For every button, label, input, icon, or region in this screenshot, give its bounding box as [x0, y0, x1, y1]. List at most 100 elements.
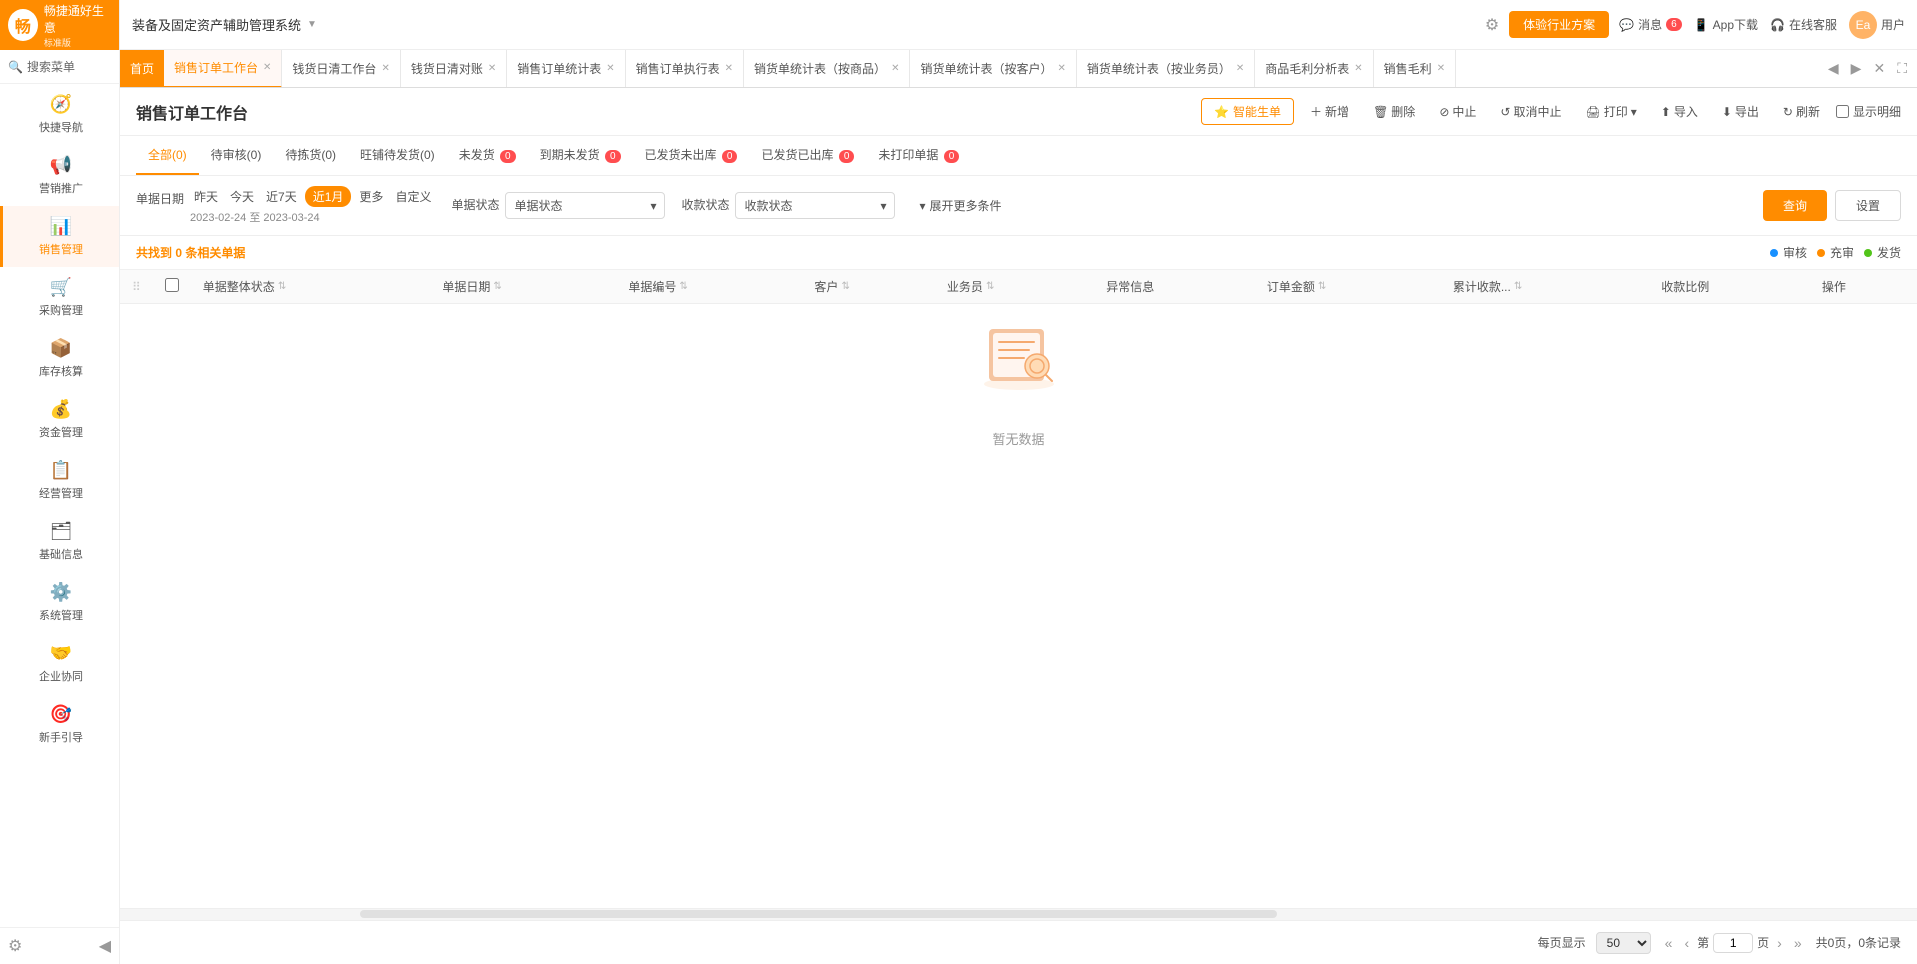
add-btn[interactable]: ＋ 新增: [1302, 99, 1357, 124]
tab-sales-exec-close[interactable]: ✕: [725, 63, 733, 74]
th-amount-sort[interactable]: 订单金额 ⇅: [1267, 278, 1429, 295]
filter-tab-sent-no-out[interactable]: 已发货未出库 0: [633, 136, 750, 175]
print-arrow[interactable]: ▾: [1631, 105, 1637, 119]
tab-money-day[interactable]: 钱货日清工作台 ✕: [282, 50, 400, 88]
tab-goods-stat-close[interactable]: ✕: [891, 63, 899, 74]
tab-prev-btn[interactable]: ◀: [1824, 58, 1843, 79]
show-detail-input[interactable]: [1836, 105, 1849, 118]
industry-btn[interactable]: 体验行业方案: [1509, 11, 1609, 38]
date-opt-custom[interactable]: 自定义: [391, 186, 435, 207]
search-menu[interactable]: 🔍 搜索菜单: [0, 50, 119, 84]
user-btn[interactable]: Ea 用户: [1849, 11, 1905, 39]
collapse-icon[interactable]: ◀: [99, 936, 111, 956]
th-status-sort[interactable]: 单据整体状态 ⇅: [203, 278, 419, 295]
ship-btn[interactable]: 发货: [1864, 244, 1901, 261]
tab-staff-stat-close[interactable]: ✕: [1236, 63, 1244, 74]
refresh-btn[interactable]: ↻ 刷新: [1775, 99, 1828, 124]
page-first-btn[interactable]: «: [1661, 933, 1677, 953]
date-opt-today[interactable]: 今天: [226, 186, 258, 207]
filter-tab-pending[interactable]: 待审核(0): [199, 136, 274, 175]
sidebar-item-xinshou[interactable]: 🎯 新手引导: [0, 694, 119, 755]
scroll-bar-area[interactable]: [120, 908, 1917, 920]
show-detail-checkbox[interactable]: 显示明细: [1836, 103, 1901, 120]
sidebar-kuaijie-label: 快捷导航: [39, 119, 83, 135]
sidebar-item-caigou[interactable]: 🛒 采购管理: [0, 267, 119, 328]
scroll-bar-track[interactable]: [360, 910, 1277, 918]
filter-tab-all[interactable]: 全部(0): [136, 136, 199, 175]
settings-icon[interactable]: ⚙: [8, 936, 22, 956]
tab-staff-stat[interactable]: 销货单统计表（按业务员） ✕: [1077, 50, 1255, 88]
filter-tab-overdue[interactable]: 到期未发货 0: [528, 136, 633, 175]
filter-tab-wangpu[interactable]: 旺铺待发货(0): [348, 136, 447, 175]
filter-tab-sent-out[interactable]: 已发货已出库 0: [749, 136, 866, 175]
tab-profit-close[interactable]: ✕: [1354, 63, 1362, 74]
sidebar-item-xiaoshou[interactable]: 📊 销售管理: [0, 206, 119, 267]
app-download-btn[interactable]: 📱 App下载: [1694, 16, 1758, 33]
query-btn[interactable]: 查询: [1763, 190, 1827, 221]
page-size-select[interactable]: 50 10 20 100: [1596, 932, 1651, 954]
tab-sales-stat[interactable]: 销售订单统计表 ✕: [507, 50, 625, 88]
date-opt-yesterday[interactable]: 昨天: [190, 186, 222, 207]
tab-profit[interactable]: 商品毛利分析表 ✕: [1255, 50, 1373, 88]
sidebar-item-kucun[interactable]: 📦 库存核算: [0, 328, 119, 389]
message-btn[interactable]: 💬 消息 6: [1619, 16, 1682, 33]
tab-home[interactable]: 首页: [120, 50, 164, 88]
page-number-input[interactable]: [1713, 933, 1753, 953]
cancel-stop-btn[interactable]: ↺ 取消中止: [1492, 99, 1569, 124]
filter-tab-unsent[interactable]: 未发货 0: [447, 136, 528, 175]
stop-btn[interactable]: ⊘ 中止: [1431, 99, 1484, 124]
audit-btn[interactable]: 审核: [1770, 244, 1807, 261]
tab-sales-profit[interactable]: 销售毛利 ✕: [1374, 50, 1456, 88]
page-prev-btn[interactable]: ‹: [1680, 933, 1693, 953]
tab-customer-stat[interactable]: 销货单统计表（按客户） ✕: [910, 50, 1076, 88]
print-btn[interactable]: 🖨 打印 ▾: [1577, 99, 1644, 124]
date-opt-more[interactable]: 更多: [355, 186, 387, 207]
tab-money-clear-close[interactable]: ✕: [488, 63, 496, 74]
filter-payment-select[interactable]: 收款状态 ▾: [735, 192, 895, 219]
tab-sales-order-close[interactable]: ✕: [263, 62, 271, 73]
tab-goods-stat[interactable]: 销货单统计表（按商品） ✕: [744, 50, 910, 88]
sidebar-item-qiye[interactable]: 🤝 企业协同: [0, 633, 119, 694]
sidebar-item-xitong[interactable]: ⚙️ 系统管理: [0, 572, 119, 633]
page-last-btn[interactable]: »: [1790, 933, 1806, 953]
sidebar-item-yingxiao[interactable]: 📢 营销推广: [0, 145, 119, 206]
export-btn[interactable]: ⬇ 导出: [1714, 99, 1767, 124]
th-number-sort[interactable]: 单据编号 ⇅: [628, 278, 790, 295]
th-staff-sort[interactable]: 业务员 ⇅: [947, 278, 1082, 295]
delete-btn[interactable]: 🗑 删除: [1365, 99, 1423, 124]
expand-conditions-btn[interactable]: ▾ 展开更多条件: [911, 193, 1009, 218]
sidebar-item-jingying[interactable]: 📋 经营管理: [0, 450, 119, 511]
filter-status-select[interactable]: 单据状态 ▾: [505, 192, 665, 219]
filter-tab-pick[interactable]: 待拣货(0): [273, 136, 348, 175]
select-all-checkbox[interactable]: [165, 278, 179, 292]
sidebar-item-jichu[interactable]: 🗂 基础信息: [0, 511, 119, 572]
online-service-btn[interactable]: 🎧 在线客服: [1770, 16, 1837, 33]
th-date-sort[interactable]: 单据日期 ⇅: [442, 278, 604, 295]
tab-sales-profit-close[interactable]: ✕: [1437, 63, 1445, 74]
tab-fullscreen-btn[interactable]: ⛶: [1893, 58, 1911, 79]
filter-tab-unprinted[interactable]: 未打印单据 0: [866, 136, 971, 175]
date-opt-7days[interactable]: 近7天: [262, 186, 301, 207]
th-cumulative-sort[interactable]: 累计收款... ⇅: [1453, 278, 1637, 295]
tab-money-day-close[interactable]: ✕: [381, 63, 389, 74]
topbar-dropdown-arrow[interactable]: ▼: [307, 19, 317, 30]
set-btn[interactable]: 设置: [1835, 190, 1901, 221]
tab-sales-order[interactable]: 销售订单工作台 ✕: [164, 50, 282, 88]
page-next-btn[interactable]: ›: [1773, 933, 1786, 953]
sidebar-item-zijin[interactable]: 💰 资金管理: [0, 389, 119, 450]
smart-create-btn[interactable]: ⭐ 智能生单: [1201, 98, 1294, 125]
th-checkbox[interactable]: [153, 270, 191, 304]
tab-next-btn[interactable]: ▶: [1847, 58, 1866, 79]
tab-sales-exec[interactable]: 销售订单执行表 ✕: [626, 50, 744, 88]
empty-state: 暂无数据: [120, 304, 1917, 448]
tab-sales-stat-close[interactable]: ✕: [606, 63, 614, 74]
unaudit-btn[interactable]: 充审: [1817, 244, 1854, 261]
th-customer-sort[interactable]: 客户 ⇅: [814, 278, 923, 295]
tab-money-clear[interactable]: 钱货日清对账 ✕: [401, 50, 507, 88]
date-opt-1month[interactable]: 近1月: [305, 186, 352, 207]
sidebar-item-kuaijie[interactable]: 🧭 快捷导航: [0, 84, 119, 145]
topbar-gear-icon[interactable]: ⚙: [1485, 15, 1499, 35]
tab-close-all-btn[interactable]: ✕: [1869, 58, 1889, 79]
import-btn[interactable]: ⬆ 导入: [1653, 99, 1706, 124]
tab-customer-stat-close[interactable]: ✕: [1057, 63, 1065, 74]
